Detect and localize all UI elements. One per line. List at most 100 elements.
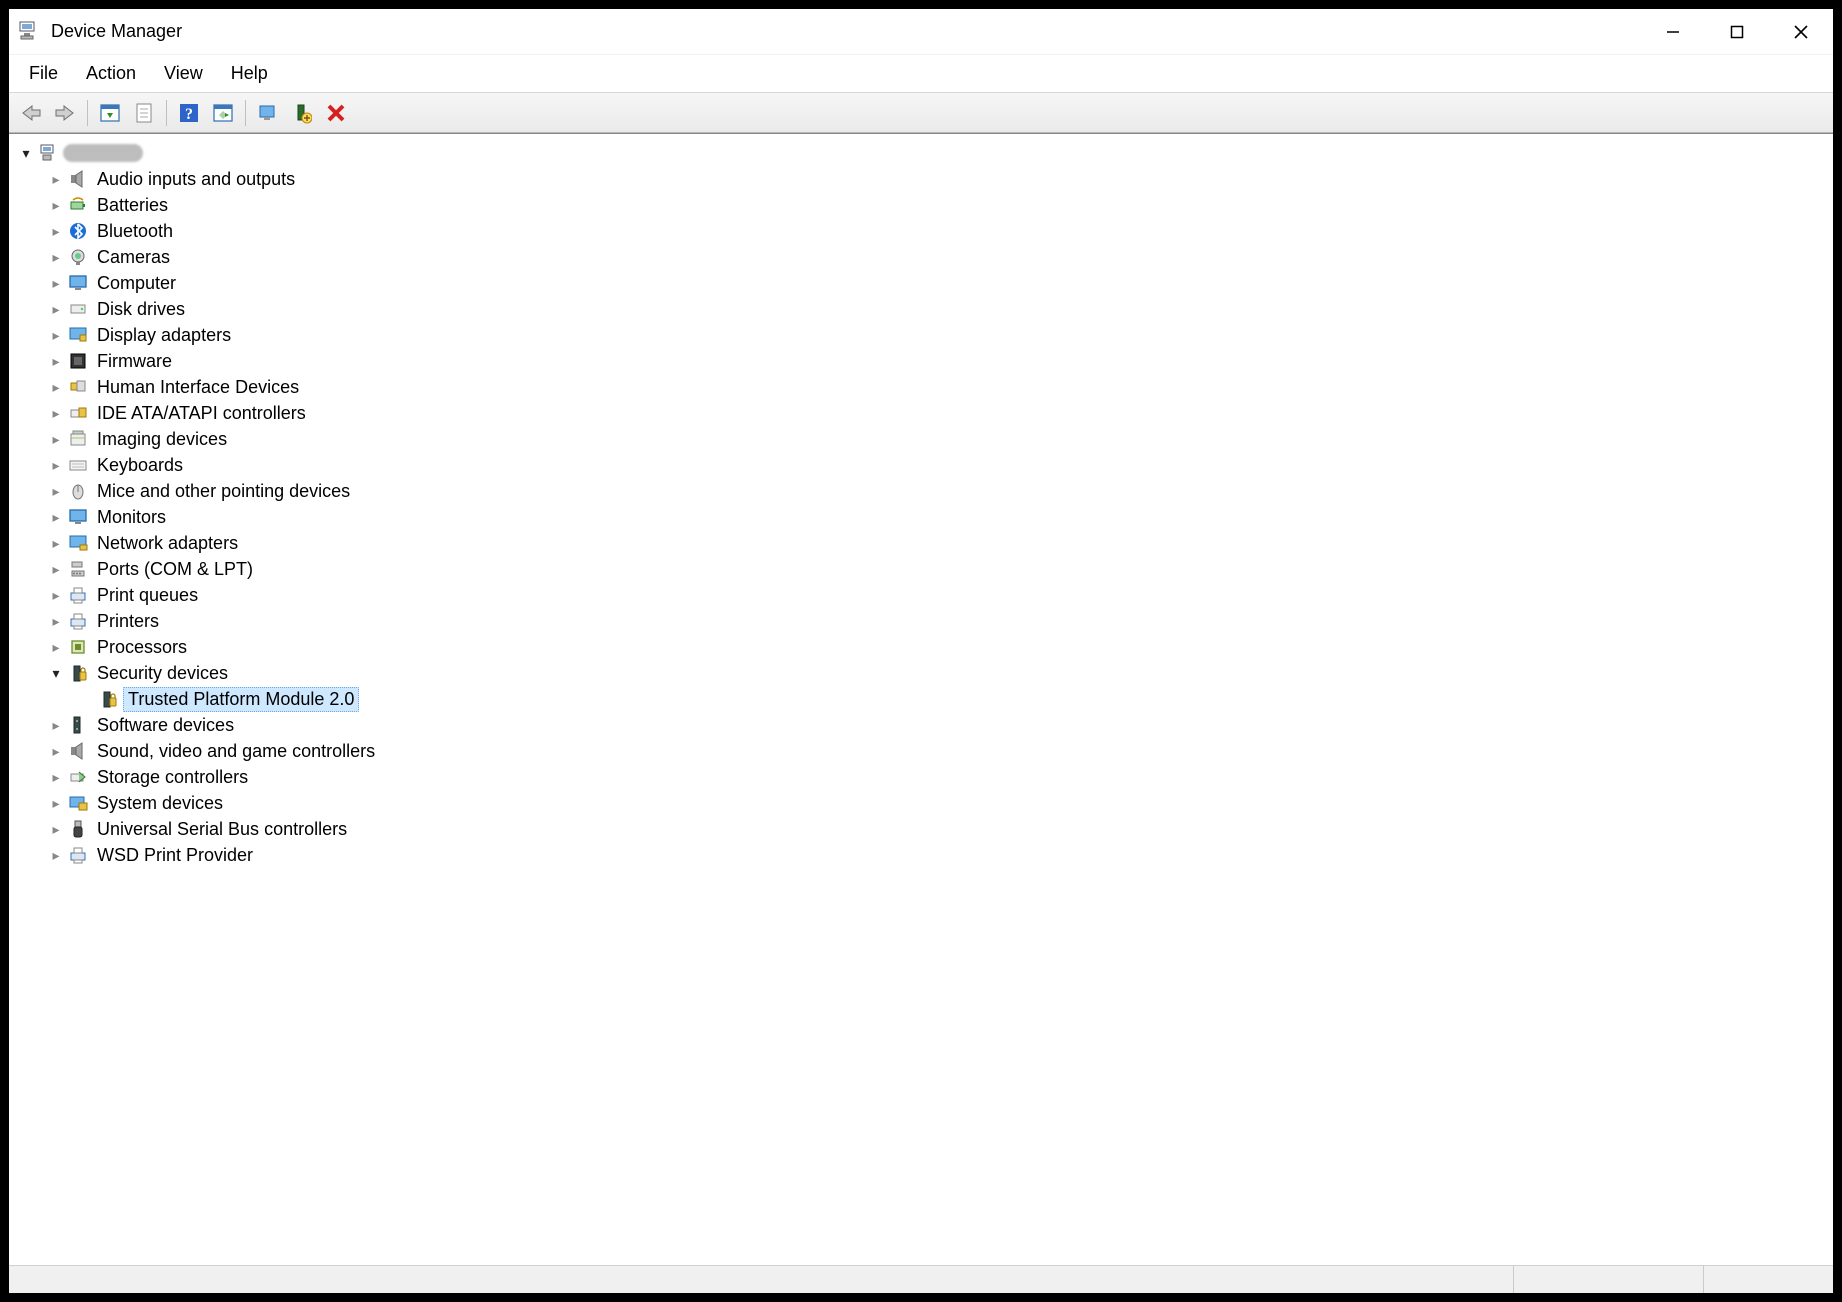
tree-category[interactable]: Batteries [13, 192, 1829, 218]
chevron-right-icon[interactable] [47, 300, 65, 318]
chevron-right-icon[interactable] [47, 560, 65, 578]
chevron-down-icon[interactable] [47, 664, 65, 682]
device-tree[interactable]: Audio inputs and outputsBatteriesBluetoo… [9, 133, 1833, 1265]
chevron-right-icon[interactable] [47, 222, 65, 240]
keyboard-icon [67, 454, 89, 476]
chevron-right-icon[interactable] [47, 170, 65, 188]
chevron-right-icon[interactable] [47, 274, 65, 292]
menu-view[interactable]: View [152, 59, 215, 88]
app-icon [17, 20, 41, 44]
tree-category[interactable]: Universal Serial Bus controllers [13, 816, 1829, 842]
chevron-right-icon[interactable] [47, 742, 65, 760]
tree-category-label: Storage controllers [93, 766, 252, 789]
network-icon [67, 532, 89, 554]
minimize-button[interactable] [1641, 9, 1705, 54]
chevron-right-icon[interactable] [47, 768, 65, 786]
tree-category[interactable]: Software devices [13, 712, 1829, 738]
chevron-right-icon[interactable] [47, 482, 65, 500]
printer-icon [67, 844, 89, 866]
window-title: Device Manager [51, 21, 182, 42]
chevron-right-icon[interactable] [47, 196, 65, 214]
chevron-right-icon[interactable] [47, 430, 65, 448]
tree-category[interactable]: Monitors [13, 504, 1829, 530]
tree-category[interactable]: Printers [13, 608, 1829, 634]
tree-category-label: Bluetooth [93, 220, 177, 243]
menu-help[interactable]: Help [219, 59, 280, 88]
menu-action[interactable]: Action [74, 59, 148, 88]
show-hidden-button[interactable] [94, 97, 126, 129]
menu-file[interactable]: File [17, 59, 70, 88]
tree-category-label: Software devices [93, 714, 238, 737]
chevron-right-icon[interactable] [47, 534, 65, 552]
properties-button[interactable] [128, 97, 160, 129]
tree-category[interactable]: Sound, video and game controllers [13, 738, 1829, 764]
chevron-right-icon[interactable] [47, 612, 65, 630]
tree-category[interactable]: IDE ATA/ATAPI controllers [13, 400, 1829, 426]
tree-device[interactable]: Trusted Platform Module 2.0 [13, 686, 1829, 712]
device-manager-window: Device Manager File Action View Help [8, 8, 1834, 1294]
tree-category[interactable]: Ports (COM & LPT) [13, 556, 1829, 582]
chevron-right-icon[interactable] [47, 820, 65, 838]
scan-hardware-button[interactable] [207, 97, 239, 129]
chevron-right-icon[interactable] [47, 846, 65, 864]
tree-category-label: IDE ATA/ATAPI controllers [93, 402, 310, 425]
usb-icon [67, 818, 89, 840]
chevron-down-icon[interactable] [17, 144, 35, 162]
tree-category-label: Human Interface Devices [93, 376, 303, 399]
tree-category[interactable]: Cameras [13, 244, 1829, 270]
chevron-right-icon[interactable] [47, 378, 65, 396]
tree-category[interactable]: WSD Print Provider [13, 842, 1829, 868]
tree-category-label: Imaging devices [93, 428, 231, 451]
tree-category-label: Keyboards [93, 454, 187, 477]
chevron-right-icon[interactable] [47, 794, 65, 812]
chevron-right-icon[interactable] [47, 456, 65, 474]
chevron-right-icon[interactable] [47, 638, 65, 656]
chevron-right-icon[interactable] [47, 248, 65, 266]
tree-category[interactable]: Processors [13, 634, 1829, 660]
tree-category[interactable]: Print queues [13, 582, 1829, 608]
maximize-button[interactable] [1705, 9, 1769, 54]
tree-category[interactable]: Display adapters [13, 322, 1829, 348]
menubar: File Action View Help [9, 55, 1833, 93]
tree-category[interactable]: Disk drives [13, 296, 1829, 322]
chevron-right-icon[interactable] [47, 326, 65, 344]
back-button[interactable] [15, 97, 47, 129]
add-legacy-button[interactable] [286, 97, 318, 129]
chevron-right-icon[interactable] [47, 716, 65, 734]
tree-category[interactable]: System devices [13, 790, 1829, 816]
imaging-icon [67, 428, 89, 450]
tree-category-label: Sound, video and game controllers [93, 740, 379, 763]
titlebar: Device Manager [9, 9, 1833, 55]
tree-category[interactable]: Human Interface Devices [13, 374, 1829, 400]
tree-category[interactable]: Computer [13, 270, 1829, 296]
tree-category[interactable]: Imaging devices [13, 426, 1829, 452]
tree-category[interactable]: Keyboards [13, 452, 1829, 478]
ide-icon [67, 402, 89, 424]
tree-category-label: Printers [93, 610, 163, 633]
monitor-icon [67, 506, 89, 528]
tree-category-label: Audio inputs and outputs [93, 168, 299, 191]
tree-category[interactable]: Security devices [13, 660, 1829, 686]
tree-category[interactable]: Bluetooth [13, 218, 1829, 244]
tree-category[interactable]: Network adapters [13, 530, 1829, 556]
chevron-right-icon[interactable] [47, 352, 65, 370]
uninstall-device-button[interactable] [320, 97, 352, 129]
computer-icon [37, 142, 59, 164]
close-button[interactable] [1769, 9, 1833, 54]
tree-category[interactable]: Storage controllers [13, 764, 1829, 790]
chevron-right-icon[interactable] [47, 404, 65, 422]
tree-category[interactable]: Mice and other pointing devices [13, 478, 1829, 504]
tree-category[interactable]: Firmware [13, 348, 1829, 374]
camera-icon [67, 246, 89, 268]
help-button[interactable]: ? [173, 97, 205, 129]
tree-category[interactable]: Audio inputs and outputs [13, 166, 1829, 192]
tree-category-label: Universal Serial Bus controllers [93, 818, 351, 841]
enable-device-button[interactable] [252, 97, 284, 129]
display-icon [67, 324, 89, 346]
forward-button[interactable] [49, 97, 81, 129]
battery-icon [67, 194, 89, 216]
chevron-right-icon[interactable] [47, 586, 65, 604]
chevron-right-icon[interactable] [47, 508, 65, 526]
tree-root[interactable] [13, 140, 1829, 166]
tree-category-label: Mice and other pointing devices [93, 480, 354, 503]
